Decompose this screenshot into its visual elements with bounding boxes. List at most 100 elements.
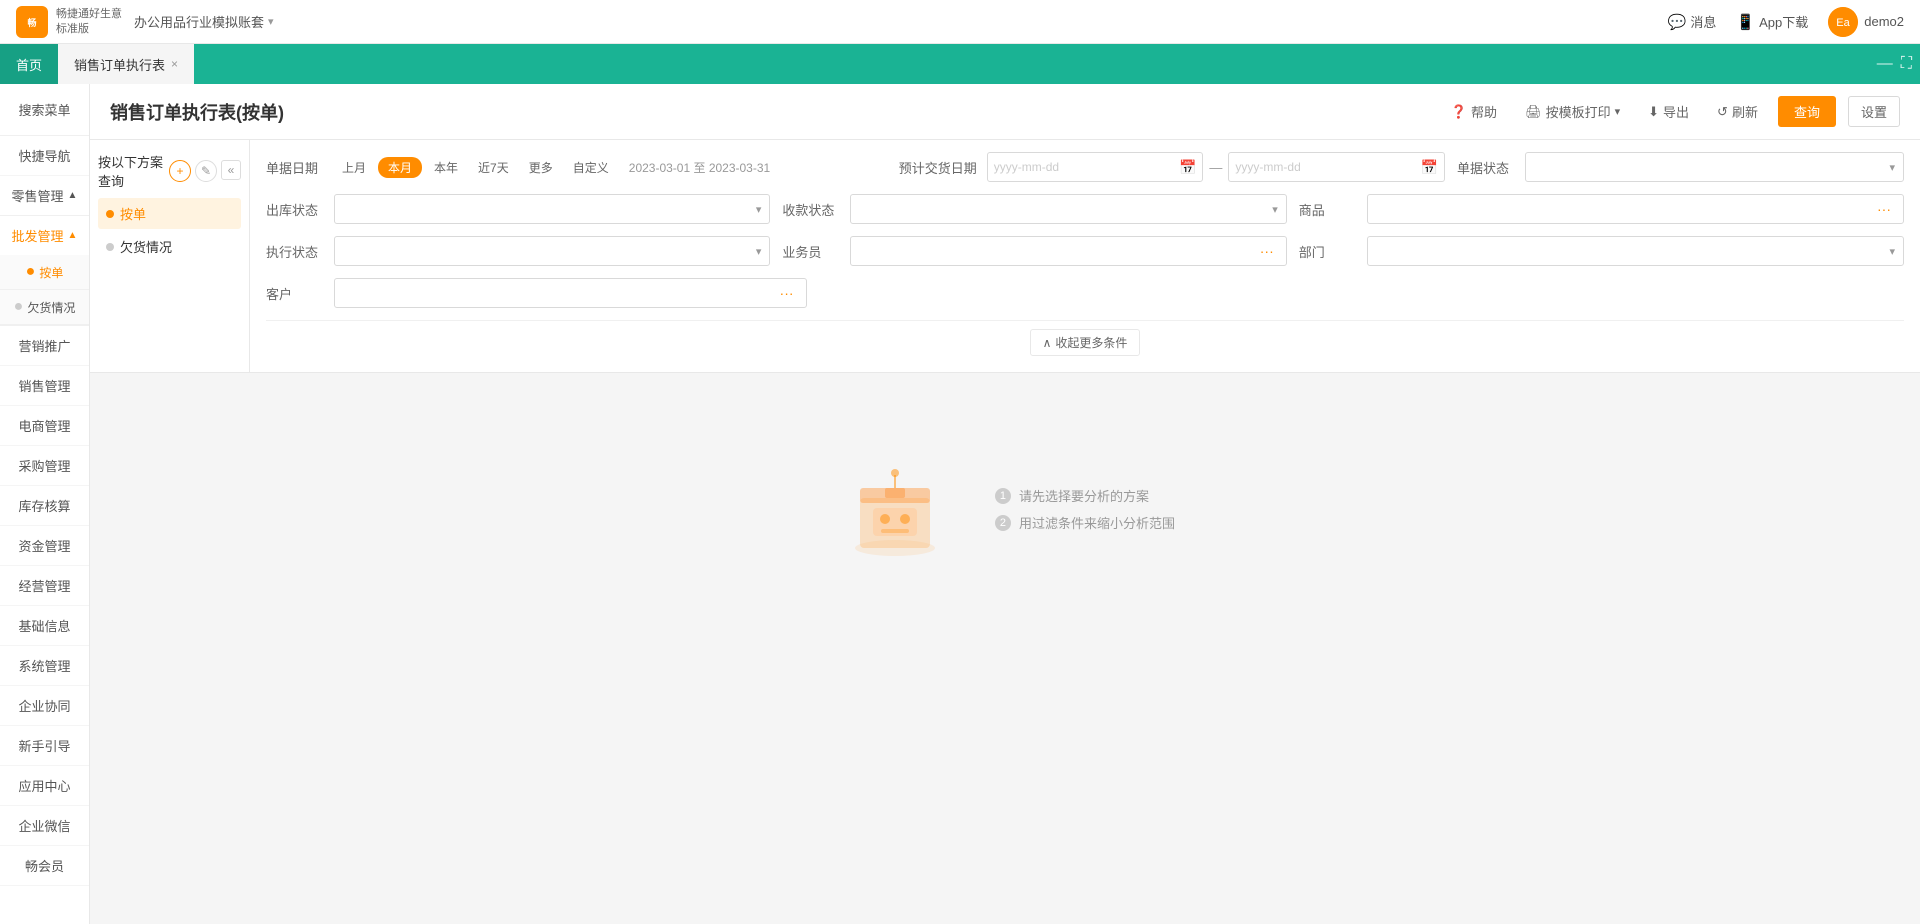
collect-status-field: 收款状态 ▾	[782, 194, 1286, 224]
current-year-tab[interactable]: 本年	[426, 157, 466, 178]
delivery-date-end[interactable]: yyyy-mm-dd 📅	[1228, 152, 1445, 182]
custom-date-tab[interactable]: 自定义	[565, 157, 617, 178]
sidebar-item-apps[interactable]: 应用中心	[0, 766, 89, 806]
outbound-status-field: 出库状态 ▾	[266, 194, 770, 224]
salesperson-label: 业务员	[782, 242, 842, 261]
sidebar-sub-item-order[interactable]: ● 按单	[0, 255, 89, 290]
document-status-field: 单据状态 ▾	[1457, 152, 1904, 182]
user-menu[interactable]: Ea demo2	[1828, 7, 1904, 37]
refresh-button[interactable]: ↺ 刷新	[1709, 98, 1766, 125]
main-layout: 搜索菜单 快捷导航 零售管理 ▲ 批发管理 ▲ ● 按单 ●	[0, 84, 1920, 924]
sidebar-item-retail[interactable]: 零售管理 ▲	[0, 176, 89, 215]
search-button[interactable]: 查询	[1778, 96, 1836, 127]
scheme-collapse-button[interactable]: «	[221, 160, 241, 180]
outbound-status-dropdown[interactable]: ▾	[334, 194, 770, 224]
current-month-tab[interactable]: 本月	[378, 157, 422, 178]
message-icon: 💬	[1668, 13, 1687, 31]
breadcrumb[interactable]: 办公用品行业模拟账套 ▾	[134, 12, 274, 31]
product-ellipsis-icon[interactable]: ···	[1873, 199, 1895, 219]
filter-row-3: 执行状态 ▾ 业务员 ··· 部门	[266, 236, 1904, 266]
sidebar-item-finance[interactable]: 资金管理	[0, 526, 89, 566]
product-input[interactable]: ···	[1367, 194, 1904, 224]
salesperson-field: 业务员 ···	[782, 236, 1286, 266]
sidebar-item-system[interactable]: 系统管理	[0, 646, 89, 686]
help-button[interactable]: ❓ 帮助	[1443, 98, 1505, 125]
collapse-more-button[interactable]: ∧ 收起更多条件	[1030, 329, 1141, 356]
page-title: 销售订单执行表(按单)	[110, 99, 284, 125]
collect-status-dropdown[interactable]: ▾	[850, 194, 1286, 224]
filter-panel: 按以下方案查询 + ✎ « 按单 欠货情况	[90, 140, 1920, 373]
sidebar-item-marketing[interactable]: 营销推广	[0, 326, 89, 366]
salesperson-ellipsis-icon[interactable]: ···	[1256, 241, 1278, 261]
sidebar-item-member[interactable]: 畅会员	[0, 846, 89, 886]
wholesale-sub-menu: ● 按单 ● 欠货情况	[0, 255, 89, 325]
more-date-tab[interactable]: 更多	[521, 157, 561, 178]
sidebar-item-newbie[interactable]: 新手引导	[0, 726, 89, 766]
expected-delivery-label: 预计交货日期	[899, 158, 979, 177]
page-header: 销售订单执行表(按单) ❓ 帮助 🖨 按模板打印 ▾ ⬇ 导出 ↺ 刷新	[90, 84, 1920, 140]
department-dropdown[interactable]: ▾	[1367, 236, 1904, 266]
app-download-icon: 📱	[1736, 13, 1755, 31]
scheme-item-debt[interactable]: 欠货情况	[98, 231, 241, 262]
logo-text: 畅捷通好生意 标准版	[56, 7, 122, 36]
tab-home[interactable]: 首页	[0, 44, 58, 84]
empty-hint-1: 1 请先选择要分析的方案	[995, 486, 1175, 505]
scheme-edit-button[interactable]: ✎	[195, 160, 217, 182]
wholesale-expand-icon: ▲	[68, 230, 78, 241]
page-header-actions: ❓ 帮助 🖨 按模板打印 ▾ ⬇ 导出 ↺ 刷新 查询 设置	[1443, 96, 1900, 127]
empty-illustration	[835, 453, 955, 573]
filter-form: 单据日期 上月 本月 本年 近7天 更多 自定义 2023-03-01 至 20…	[250, 140, 1920, 372]
app-download-button[interactable]: 📱 App下载	[1736, 12, 1808, 31]
last-7-days-tab[interactable]: 近7天	[470, 157, 517, 178]
scheme-debt-dot	[106, 243, 114, 251]
customer-input[interactable]: ···	[334, 278, 807, 308]
filter-row-4: 客户 ···	[266, 278, 1904, 308]
last-month-tab[interactable]: 上月	[334, 157, 374, 178]
document-status-dropdown[interactable]: ▾	[1525, 152, 1904, 182]
svg-text:Ea: Ea	[1837, 17, 1851, 29]
top-bar-right: 💬 消息 📱 App下载 Ea demo2	[1668, 7, 1904, 37]
execution-status-dropdown[interactable]: ▾	[334, 236, 770, 266]
export-button[interactable]: ⬇ 导出	[1640, 98, 1697, 125]
sidebar-item-quick-nav[interactable]: 快捷导航	[0, 136, 89, 176]
sidebar-search-button[interactable]: 搜索菜单	[8, 94, 81, 125]
tab-sales-execution[interactable]: 销售订单执行表 ×	[58, 44, 194, 84]
date-range-display: 2023-03-01 至 2023-03-31	[629, 159, 770, 176]
date-tabs: 上月 本月 本年 近7天 更多 自定义	[334, 157, 617, 178]
scheme-panel: 按以下方案查询 + ✎ « 按单 欠货情况	[90, 140, 250, 372]
sidebar-sub-item-debt[interactable]: ● 欠货情况	[0, 290, 89, 325]
document-date-field: 单据日期 上月 本月 本年 近7天 更多 自定义 2023-03-01 至 20…	[266, 157, 887, 178]
sidebar-item-ecommerce[interactable]: 电商管理	[0, 406, 89, 446]
sidebar-item-business[interactable]: 经营管理	[0, 566, 89, 606]
outbound-status-label: 出库状态	[266, 200, 326, 219]
delivery-date-start[interactable]: yyyy-mm-dd 📅	[987, 152, 1204, 182]
sidebar-item-wechat[interactable]: 企业微信	[0, 806, 89, 846]
window-minimize-icon[interactable]: —	[1877, 55, 1893, 73]
sidebar-item-wholesale[interactable]: 批发管理 ▲	[0, 216, 89, 255]
top-bar-left: 畅 畅捷通好生意 标准版 办公用品行业模拟账套 ▾	[16, 6, 274, 38]
settings-button[interactable]: 设置	[1848, 96, 1900, 127]
sidebar-accordion-retail: 零售管理 ▲	[0, 176, 89, 216]
sidebar-item-purchase[interactable]: 采购管理	[0, 446, 89, 486]
salesperson-input[interactable]: ···	[850, 236, 1286, 266]
scheme-item-order[interactable]: 按单	[98, 198, 241, 229]
debt-dot-icon: ●	[14, 298, 24, 316]
sidebar-item-enterprise[interactable]: 企业协同	[0, 686, 89, 726]
print-button[interactable]: 🖨 按模板打印 ▾	[1517, 98, 1628, 125]
scheme-add-button[interactable]: +	[169, 160, 191, 182]
message-button[interactable]: 💬 消息	[1668, 12, 1717, 31]
sidebar-item-basic[interactable]: 基础信息	[0, 606, 89, 646]
execution-status-field: 执行状态 ▾	[266, 236, 770, 266]
sidebar-item-sales[interactable]: 销售管理	[0, 366, 89, 406]
window-maximize-icon[interactable]: ⛶	[1901, 55, 1912, 73]
sidebar: 搜索菜单 快捷导航 零售管理 ▲ 批发管理 ▲ ● 按单 ●	[0, 84, 90, 924]
scheme-panel-header: 按以下方案查询 + ✎ «	[98, 152, 241, 190]
customer-ellipsis-icon[interactable]: ···	[776, 283, 798, 303]
delivery-date-range: yyyy-mm-dd 📅 — yyyy-mm-dd 📅	[987, 152, 1445, 182]
department-label: 部门	[1299, 242, 1359, 261]
sidebar-item-inventory[interactable]: 库存核算	[0, 486, 89, 526]
top-bar: 畅 畅捷通好生意 标准版 办公用品行业模拟账套 ▾ 💬 消息 📱 App下载 E…	[0, 0, 1920, 44]
document-status-label: 单据状态	[1457, 158, 1517, 177]
tab-close-icon[interactable]: ×	[171, 57, 178, 71]
print-arrow-icon: ▾	[1615, 105, 1621, 118]
